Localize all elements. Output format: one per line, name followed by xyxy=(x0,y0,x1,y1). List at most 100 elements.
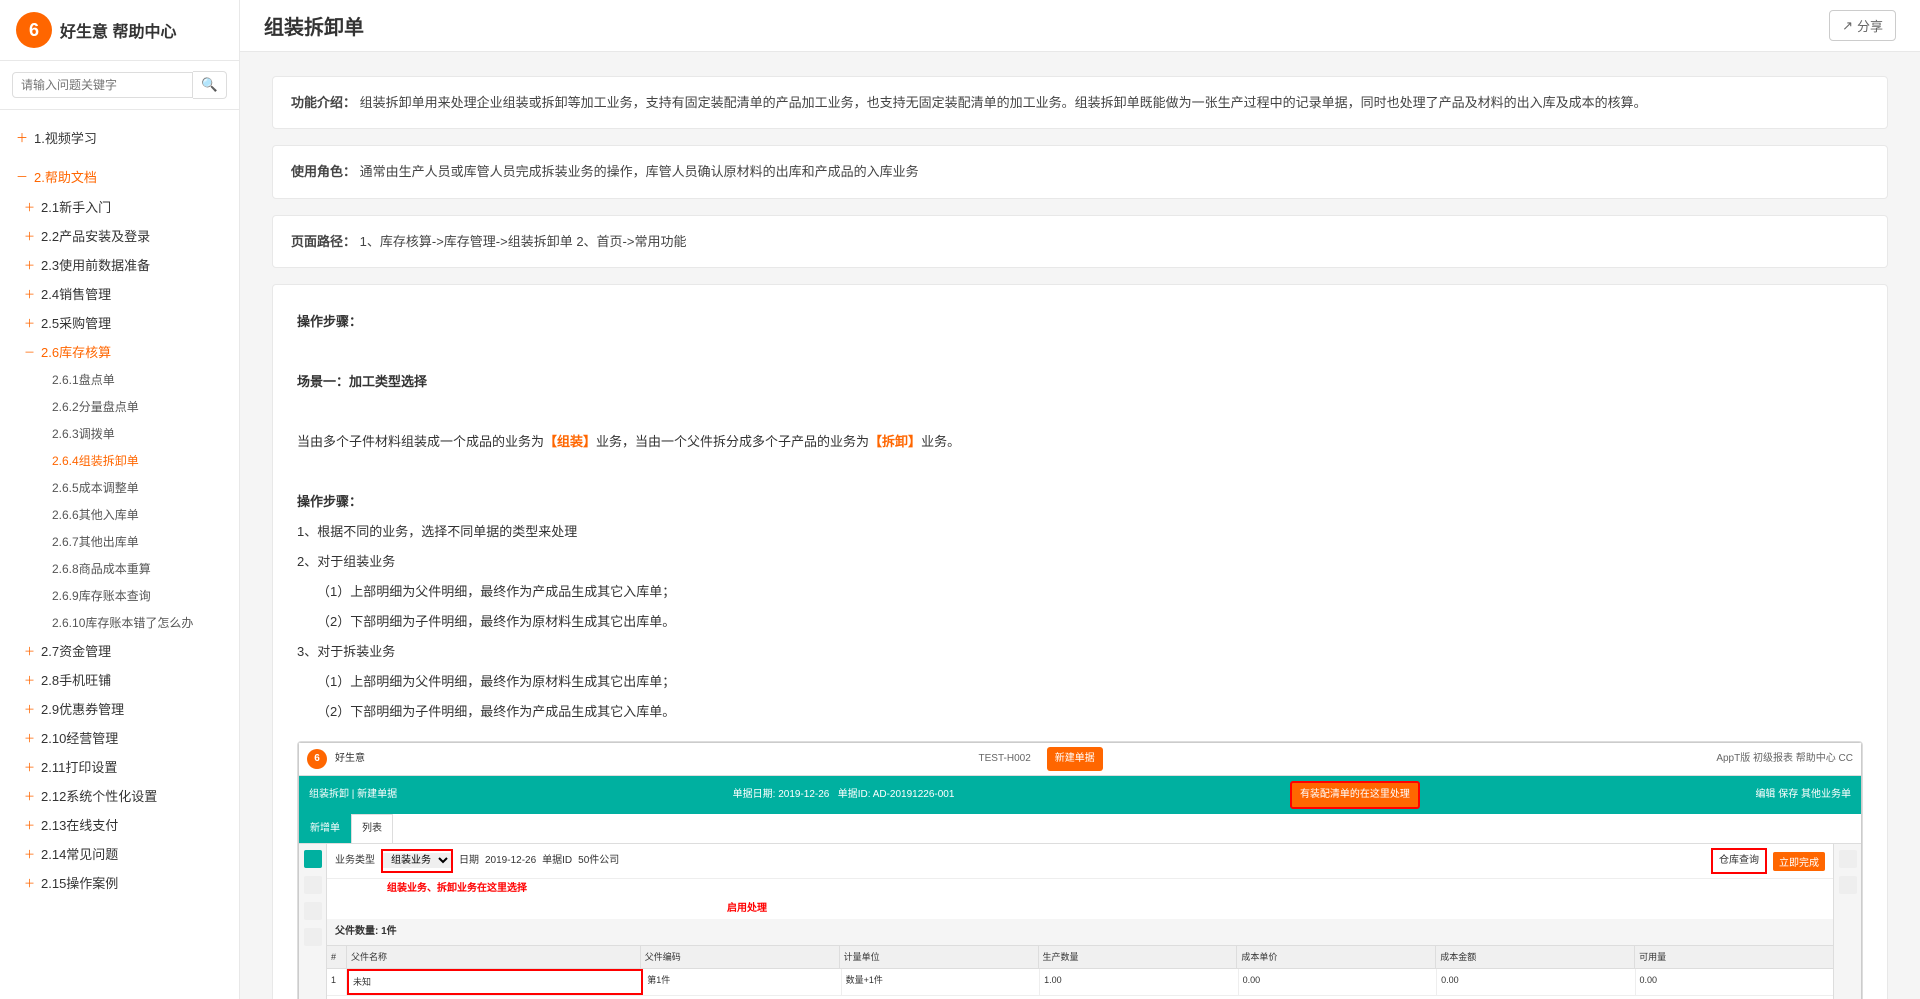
sidebar-header: 6 好生意 帮助中心 xyxy=(0,0,239,61)
sidebar-item-payment[interactable]: ＋ 2.13在线支付 xyxy=(0,810,239,839)
sidebar-item-cases[interactable]: ＋ 2.15操作案例 xyxy=(0,868,239,897)
main-area: 组装拆卸单 ↗ 分享 功能介绍： 组装拆卸单用来处理企业组装或拆卸等加工业务，支… xyxy=(240,0,1920,999)
share-icon: ↗ xyxy=(1842,18,1853,34)
topbar: 组装拆卸单 ↗ 分享 xyxy=(240,0,1920,52)
mock-col-num: # xyxy=(327,946,347,968)
nav-tree: ＋ 1.视频学习 － 2.帮助文档 ＋ 2.1新手入门 ＋ 2.2产品安装及登录 xyxy=(0,110,239,999)
sidebar-item-269[interactable]: 2.6.9库存账本查询 xyxy=(16,582,239,609)
sidebar-item-261[interactable]: 2.6.1盘点单 xyxy=(16,366,239,393)
sidebar-item-print[interactable]: ＋ 2.11打印设置 xyxy=(0,752,239,781)
minus-icon: － xyxy=(16,168,28,185)
sidebar-item-install[interactable]: ＋ 2.2产品安装及登录 xyxy=(0,221,239,250)
sidebar-item-help-docs[interactable]: － 2.帮助文档 xyxy=(0,161,239,192)
step1: 1、根据不同的业务，选择不同单据的类型来处理 xyxy=(297,519,1863,545)
mock-right-icons xyxy=(1833,844,1861,999)
sidebar-item-beginner[interactable]: ＋ 2.1新手入门 xyxy=(0,192,239,221)
sidebar-item-264[interactable]: 2.6.4组装拆卸单 xyxy=(16,447,239,474)
mock-col-avail: 可用量 xyxy=(1635,946,1833,968)
sidebar-item-customize[interactable]: ＋ 2.12系统个性化设置 xyxy=(0,781,239,810)
sidebar-item-268[interactable]: 2.6.8商品成本重算 xyxy=(16,555,239,582)
plus-icon-sales: ＋ xyxy=(24,286,35,302)
plus-icon-customize: ＋ xyxy=(24,788,35,804)
mock-right-icon-2 xyxy=(1839,876,1857,894)
sidebar-item-mobile[interactable]: ＋ 2.8手机旺铺 xyxy=(0,665,239,694)
role-block: 使用角色： 通常由生产人员或库管人员完成拆装业务的操作，库管人员确认原材料的出库… xyxy=(272,145,1888,198)
mock-upper-table-header: 父件数量: 1件 xyxy=(327,919,1833,946)
mock-annotation-row1: 组装业务、拆卸业务在这里选择 xyxy=(327,879,1833,899)
mock-row-item-code: 第1件 xyxy=(643,969,841,995)
path-label: 页面路径： xyxy=(291,234,356,249)
sidebar-item-265[interactable]: 2.6.5成本调整单 xyxy=(16,474,239,501)
sidebar-item-inventory[interactable]: － 2.6库存核算 xyxy=(0,337,239,366)
sidebar: 6 好生意 帮助中心 🔍 ＋ 1.视频学习 － 2.帮助文档 ＋ 2.1新手入门 xyxy=(0,0,240,999)
mock-upper-cols: # 父件名称 父件编码 计量单位 生产数量 成本单价 成本金额 可用量 xyxy=(327,946,1833,969)
sidebar-item-sales[interactable]: ＋ 2.4销售管理 xyxy=(0,279,239,308)
search-button[interactable]: 🔍 xyxy=(193,71,227,99)
mock-id-label: 单据ID xyxy=(542,851,572,871)
screenshot-container: 6 好生意 TEST-H002 新建单据 AppT版 初级报表 帮助中心 CC … xyxy=(297,741,1863,999)
app-title: 好生意 帮助中心 xyxy=(60,18,176,42)
mock-left-icons xyxy=(299,844,327,999)
mock-col-unit: 计量单位 xyxy=(840,946,1039,968)
plus-icon-print: ＋ xyxy=(24,759,35,775)
mock-right-icon-1 xyxy=(1839,850,1857,868)
minus-icon-inventory: － xyxy=(24,344,35,360)
mock-row-qty2: 1.00 xyxy=(1040,969,1238,995)
plus-icon-payment: ＋ xyxy=(24,817,35,833)
nav-section-docs: － 2.帮助文档 ＋ 2.1新手入门 ＋ 2.2产品安装及登录 ＋ 2.3使用前… xyxy=(0,157,239,901)
mock-annotation-row2: 启用处理 xyxy=(327,899,1833,919)
plus-icon-coupon: ＋ xyxy=(24,701,35,717)
sidebar-item-262[interactable]: 2.6.2分量盘点单 xyxy=(16,393,239,420)
plus-icon-data-prep: ＋ xyxy=(24,257,35,273)
plus-icon: ＋ xyxy=(16,129,28,146)
plus-icon-mobile: ＋ xyxy=(24,672,35,688)
mock-select-bom-btn[interactable]: 有装配清单的在这里处理 xyxy=(1290,781,1420,809)
scene1-title: 场景一：加工类型选择 xyxy=(297,374,427,389)
sidebar-item-267[interactable]: 2.6.7其他出库单 xyxy=(16,528,239,555)
mock-store-id: TEST-H002 xyxy=(979,749,1031,769)
step3: 3、对于拆装业务 xyxy=(297,639,1863,665)
sidebar-item-coupon[interactable]: ＋ 2.9优惠券管理 xyxy=(0,694,239,723)
steps-title: 操作步骤： xyxy=(297,314,362,329)
mock-id-val: 50件公司 xyxy=(578,851,619,871)
content-area: 功能介绍： 组装拆卸单用来处理企业组装或拆卸等加工业务，支持有固定装配清单的产品… xyxy=(240,52,1920,999)
search-input[interactable] xyxy=(12,72,193,98)
mock-warehouse-select-box: 仓库查询 xyxy=(1711,848,1767,874)
mock-menu-items: AppT版 初级报表 帮助中心 CC xyxy=(1716,749,1853,769)
mock-warehouse-input[interactable]: 仓库查询 xyxy=(1719,855,1759,866)
mock-ui: 6 好生意 TEST-H002 新建单据 AppT版 初级报表 帮助中心 CC … xyxy=(298,742,1862,999)
sidebar-item-purchase[interactable]: ＋ 2.5采购管理 xyxy=(0,308,239,337)
share-button[interactable]: ↗ 分享 xyxy=(1829,10,1896,41)
sidebar-item-mgmt[interactable]: ＋ 2.10经营管理 xyxy=(0,723,239,752)
mock-type-select[interactable]: 组装业务 拆卸业务 xyxy=(383,853,451,868)
sidebar-item-266[interactable]: 2.6.6其他入库单 xyxy=(16,501,239,528)
mock-type-label: 业务类型 xyxy=(335,851,375,871)
mock-col-cost: 成本单价 xyxy=(1237,946,1436,968)
path-text: 1、库存核算->库存管理->组装拆卸单 2、首页->常用功能 xyxy=(360,234,687,249)
sidebar-item-finance[interactable]: ＋ 2.7资金管理 xyxy=(0,636,239,665)
sidebar-item-2610[interactable]: 2.6.10库存账本错了怎么办 xyxy=(16,609,239,636)
mock-col-qty: 生产数量 xyxy=(1039,946,1238,968)
sidebar-item-faq[interactable]: ＋ 2.14常见问题 xyxy=(0,839,239,868)
mock-date-label: 日期 xyxy=(459,851,479,871)
mock-confirm-btn[interactable]: 立即完成 xyxy=(1773,852,1825,871)
nav-sub-docs: ＋ 2.1新手入门 ＋ 2.2产品安装及登录 ＋ 2.3使用前数据准备 ＋ 2.… xyxy=(0,192,239,897)
feature-intro-label: 功能介绍： xyxy=(291,95,356,110)
nav-section-video: ＋ 1.视频学习 xyxy=(0,118,239,157)
role-text: 通常由生产人员或库管人员完成拆装业务的操作，库管人员确认原材料的出库和产成品的入… xyxy=(360,164,919,179)
page-title: 组装拆卸单 xyxy=(264,11,364,40)
mock-new-doc-btn[interactable]: 新建单据 xyxy=(1047,747,1103,771)
mock-tab-list[interactable]: 列表 xyxy=(351,814,393,843)
mock-date-val: 2019-12-26 xyxy=(485,851,536,871)
step2-2: （2）下部明细为子件明细，最终作为原材料生成其它出库单。 xyxy=(297,609,1863,635)
scene1-desc: 当由多个子件材料组装成一个成品的业务为【组装】业务，当由一个父件拆分成多个子产品… xyxy=(297,429,1863,455)
mock-row-cost2: 0.00 xyxy=(1437,969,1635,995)
mock-body: 业务类型 组装业务 拆卸业务 日期 2019-12-26 单据ID xyxy=(299,844,1861,999)
mock-sub-tabs: 新增单 列表 xyxy=(299,814,1861,844)
sidebar-item-video-learning[interactable]: ＋ 1.视频学习 xyxy=(0,122,239,153)
mock-type-selector-box: 组装业务 拆卸业务 xyxy=(381,849,453,873)
sidebar-item-data-prep[interactable]: ＋ 2.3使用前数据准备 xyxy=(0,250,239,279)
mock-tab-new[interactable]: 新增单 xyxy=(299,814,351,843)
sidebar-item-263[interactable]: 2.6.3调拨单 xyxy=(16,420,239,447)
steps-content: 操作步骤： 场景一：加工类型选择 当由多个子件材料组装成一个成品的业务为【组装】… xyxy=(272,284,1888,999)
